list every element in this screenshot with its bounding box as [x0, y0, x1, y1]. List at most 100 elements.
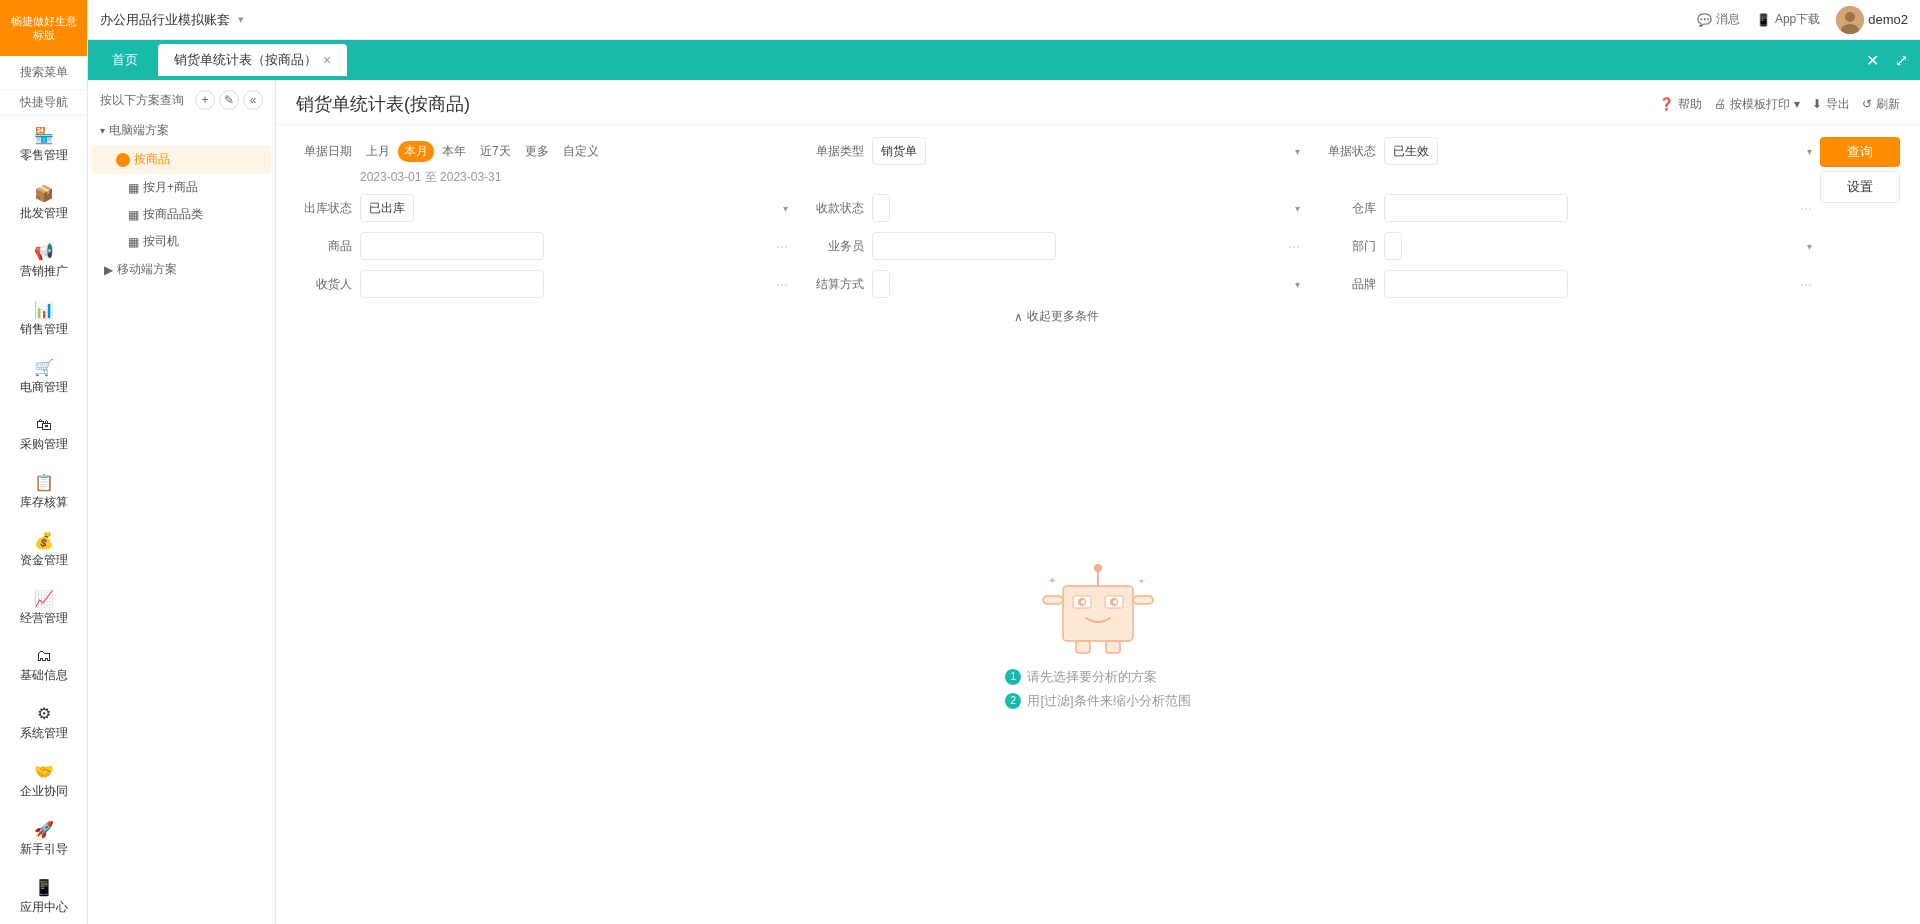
date-btn-lastmonth[interactable]: 上月 [360, 141, 396, 162]
date-btn-more[interactable]: 更多 [519, 141, 555, 162]
tree-item-by-month-goods[interactable]: ▦ 按月+商品 [92, 174, 271, 201]
doctype-select[interactable]: 销货单 [872, 137, 926, 165]
salesman-label: 业务员 [804, 238, 872, 255]
print-icon: 🖨 [1714, 97, 1726, 111]
sidebar-item-appstore[interactable]: 📱 应用中心 [0, 868, 87, 924]
brand-control: ··· [1384, 270, 1820, 298]
brand-input[interactable] [1384, 270, 1568, 298]
sidebar-item-system[interactable]: ⚙ 系统管理 [0, 694, 87, 752]
filter-cell-doctype: 单据类型 销货单 ▾ [804, 137, 1308, 165]
sidebar-item-label-appstore: 应用中心 [20, 899, 68, 916]
finance-icon: 💰 [34, 531, 54, 550]
filter-cell-collection: 收款状态 ▾ [804, 194, 1308, 222]
recipient-input[interactable] [360, 270, 544, 298]
export-button[interactable]: ⬇ 导出 [1812, 96, 1850, 113]
filter-cell-recipient: 收货人 ··· [292, 270, 796, 298]
user-name: demo2 [1868, 12, 1908, 27]
sidebar-item-sales[interactable]: 📊 销售管理 [0, 290, 87, 348]
tree-item-by-goods[interactable]: 按商品 [92, 145, 271, 174]
date-btn-7days[interactable]: 近7天 [474, 141, 517, 162]
msg-button[interactable]: 💬 消息 [1697, 11, 1740, 28]
settlement-select[interactable] [872, 270, 890, 298]
sidebar-quicknav[interactable]: 快捷导航 [0, 90, 87, 116]
sidebar-item-purchase[interactable]: 🛍 采购管理 [0, 406, 87, 463]
filter-cell-dept: 部门 ▾ [1316, 232, 1820, 260]
sidebar-item-ecommerce[interactable]: 🛒 电商管理 [0, 348, 87, 406]
tree-group-mobile[interactable]: ▶ 移动端方案 [88, 255, 275, 284]
empty-illustration: ✦ ✦ [1038, 536, 1158, 656]
sidebar-item-label-finance: 资金管理 [20, 552, 68, 569]
settings-button[interactable]: 设置 [1820, 171, 1900, 203]
tree-group-pc-label: 电脑端方案 [109, 122, 169, 139]
filter-cell-outstatus: 出库状态 已出库 ▾ [292, 194, 796, 222]
tab-close-icon[interactable]: × [323, 53, 331, 67]
page-header: 销货单统计表(按商品) ❓ 帮助 🖨 按模板打印 ▾ ⬇ 导出 [276, 80, 1920, 125]
tree-item-by-category[interactable]: ▦ 按商品品类 [92, 201, 271, 228]
sidebar-search[interactable]: 搜索菜单 [0, 56, 87, 90]
add-scheme-button[interactable]: + [195, 90, 215, 110]
collection-select[interactable] [872, 194, 890, 222]
filter-row-4: 收货人 ··· 结算方式 [292, 270, 1820, 298]
industry-dropdown-icon[interactable]: ▾ [238, 13, 244, 26]
topbar-left: 办公用品行业模拟账套 ▾ [100, 11, 244, 29]
sidebar-item-operations[interactable]: 📈 经营管理 [0, 579, 87, 637]
tree-group-pc[interactable]: ▾ 电脑端方案 [92, 116, 271, 145]
print-button[interactable]: 🖨 按模板打印 ▾ [1714, 96, 1800, 113]
export-label: 导出 [1826, 96, 1850, 113]
refresh-icon: ↺ [1862, 97, 1872, 111]
sidebar-item-enterprise[interactable]: 🤝 企业协同 [0, 752, 87, 810]
retail-icon: 🏪 [34, 126, 54, 145]
sidebar-item-retail[interactable]: 🏪 零售管理 [0, 116, 87, 174]
goods-input[interactable] [360, 232, 544, 260]
guide-icon: 🚀 [34, 820, 54, 839]
empty-step-2: 2 用[过滤]条件来缩小分析范围 [1005, 692, 1190, 710]
tree-item-by-driver[interactable]: ▦ 按司机 [92, 228, 271, 255]
warehouse-input[interactable] [1384, 194, 1568, 222]
collapse-more-button[interactable]: ∧ 收起更多条件 [1014, 308, 1099, 325]
topbar: 办公用品行业模拟账套 ▾ 💬 消息 📱 App下载 de [88, 0, 1920, 40]
app-download-button[interactable]: 📱 App下载 [1756, 11, 1820, 28]
outstatus-select[interactable]: 已出库 [360, 194, 414, 222]
tabbar-expand-button[interactable]: ⤢ [1891, 47, 1912, 74]
collapse-panel-button[interactable]: « [243, 90, 263, 110]
warehouse-control: ··· [1384, 194, 1820, 222]
refresh-button[interactable]: ↺ 刷新 [1862, 96, 1900, 113]
user-menu[interactable]: demo2 [1836, 6, 1908, 34]
dept-select[interactable] [1384, 232, 1402, 260]
date-shortcut-buttons: 上月 本月 本年 近7天 更多 自定义 [360, 141, 605, 162]
help-button[interactable]: ❓ 帮助 [1659, 96, 1702, 113]
outstatus-control: 已出库 ▾ [360, 194, 796, 222]
tab-home[interactable]: 首页 [96, 44, 154, 76]
docstatus-label: 单据状态 [1316, 143, 1384, 160]
tab-active[interactable]: 销货单统计表（按商品） × [158, 44, 347, 76]
industry-label: 办公用品行业模拟账套 [100, 11, 230, 29]
filter-row-1: 单据日期 上月 本月 本年 近7天 更多 [292, 137, 1820, 165]
sidebar-item-basic[interactable]: 🗂 基础信息 [0, 637, 87, 694]
brand-label: 品牌 [1316, 276, 1384, 293]
collection-dropdown-arrow: ▾ [1295, 203, 1300, 214]
tree-group-mobile-label: 移动端方案 [117, 261, 177, 278]
sidebar-item-label-inventory: 库存核算 [20, 494, 68, 511]
sidebar-item-wholesale[interactable]: 📦 批发管理 [0, 174, 87, 232]
ecommerce-icon: 🛒 [34, 358, 54, 377]
sidebar-item-inventory[interactable]: 📋 库存核算 [0, 463, 87, 521]
outstatus-label: 出库状态 [292, 200, 360, 217]
edit-scheme-button[interactable]: ✎ [219, 90, 239, 110]
query-button[interactable]: 查询 [1820, 137, 1900, 167]
docstatus-select[interactable]: 已生效 [1384, 137, 1438, 165]
date-btn-custom[interactable]: 自定义 [557, 141, 605, 162]
sidebar-item-guide[interactable]: 🚀 新手引导 [0, 810, 87, 868]
svg-rect-12 [1043, 596, 1063, 604]
sidebar-item-finance[interactable]: 💰 资金管理 [0, 521, 87, 579]
sidebar-item-label-system: 系统管理 [20, 725, 68, 742]
tabbar-close-button[interactable]: ✕ [1862, 47, 1883, 74]
sidebar-item-label-wholesale: 批发管理 [20, 205, 68, 222]
page-title: 销货单统计表(按商品) [296, 92, 470, 116]
date-btn-thismonth[interactable]: 本月 [398, 141, 434, 162]
sidebar-item-marketing[interactable]: 📢 营销推广 [0, 232, 87, 290]
filter-cell-goods: 商品 ··· [292, 232, 796, 260]
date-btn-thisyear[interactable]: 本年 [436, 141, 472, 162]
salesman-input[interactable] [872, 232, 1056, 260]
page-actions: ❓ 帮助 🖨 按模板打印 ▾ ⬇ 导出 ↺ 刷新 [1659, 96, 1900, 113]
marketing-icon: 📢 [34, 242, 54, 261]
